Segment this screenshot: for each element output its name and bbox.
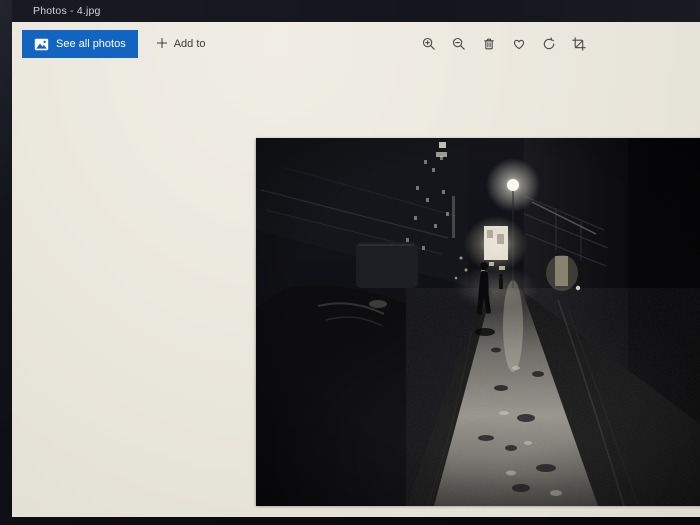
plus-icon [156,37,168,52]
zoom-in-icon-button[interactable] [418,33,440,55]
zoom-out-icon [452,37,465,50]
add-to-button[interactable]: Add to [148,30,214,58]
delete-icon-button[interactable] [478,33,500,55]
photos-app-window: Photos - 4.jpg See all photos Add to [12,0,700,517]
rotate-icon [543,37,555,50]
photo-4jpg[interactable] [256,138,700,506]
toolbar-icon-group [418,33,590,55]
see-all-photos-button[interactable]: See all photos [22,30,138,58]
favorite-icon [513,39,525,50]
zoom-out-icon-button[interactable] [448,33,470,55]
crop-icon-button[interactable] [568,33,590,55]
viewer-canvas [12,66,700,517]
command-bar: See all photos Add to [12,22,700,66]
window-titlebar: Photos - 4.jpg [12,0,700,22]
zoom-in-icon [422,37,435,50]
favorite-icon-button[interactable] [508,33,530,55]
photo-gallery-icon [34,38,49,51]
night-street-artwork [256,138,700,506]
add-to-label: Add to [173,38,206,50]
crop-icon [572,37,586,51]
delete-icon [484,38,494,50]
rotate-icon-button[interactable] [538,33,560,55]
window-title: Photos - 4.jpg [33,5,101,17]
see-all-photos-label: See all photos [56,38,126,50]
